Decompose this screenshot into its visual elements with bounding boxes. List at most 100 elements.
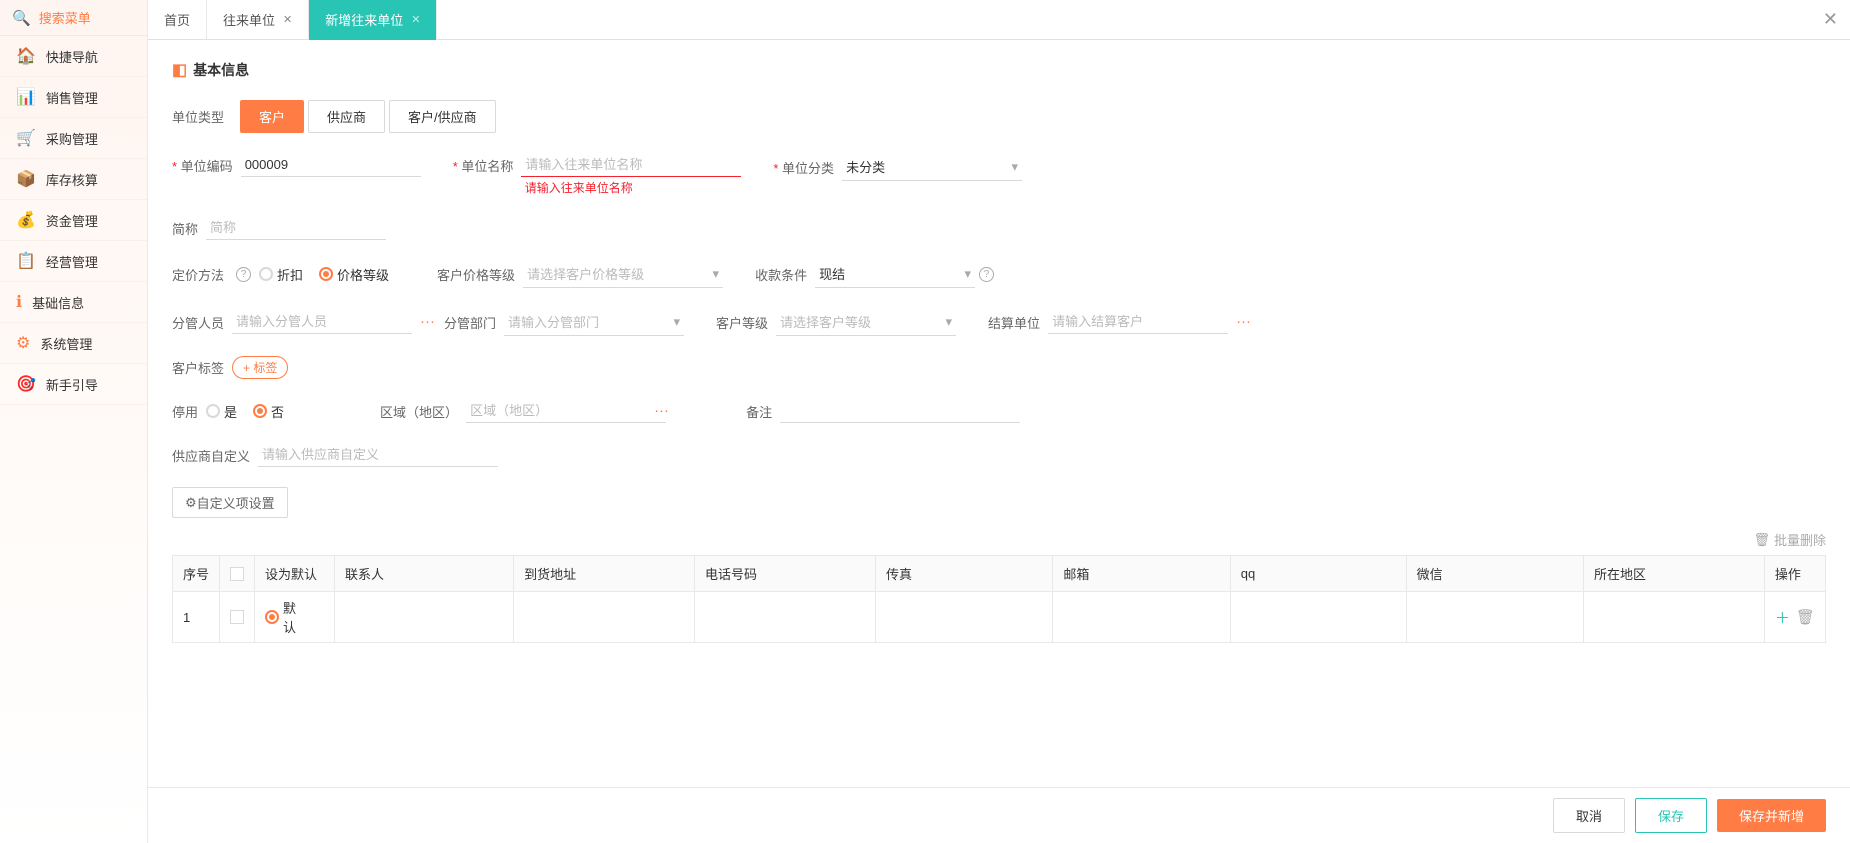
batch-delete-button[interactable]: 🗑 批量删除 bbox=[1753, 530, 1826, 549]
add-row-button[interactable]: ＋ bbox=[1775, 607, 1790, 628]
customer-price-level-placeholder: 请选择客户价格等级 bbox=[527, 264, 708, 283]
cell-phone[interactable] bbox=[695, 592, 876, 643]
phone-input[interactable] bbox=[705, 610, 865, 625]
form-row-unit-info: 单位编码 单位名称 请输入往来单位名称 单位分类 未分类 ▾ bbox=[172, 153, 1826, 196]
payment-hint-icon[interactable]: ? bbox=[979, 267, 994, 282]
sidebar-item-purchase[interactable]: 🛒 采购管理 bbox=[0, 118, 147, 159]
customer-price-level-select[interactable]: 请选择客户价格等级 ▾ bbox=[523, 260, 723, 288]
manager-input[interactable] bbox=[232, 310, 416, 333]
unit-category-select[interactable]: 未分类 ▾ bbox=[842, 153, 1022, 181]
unit-code-input[interactable] bbox=[241, 153, 421, 177]
short-name-label: 简称 bbox=[172, 219, 198, 238]
customer-level-select[interactable]: 请选择客户等级 ▾ bbox=[776, 308, 956, 336]
save-new-button[interactable]: 保存并新增 bbox=[1717, 799, 1826, 832]
unit-type-customer-button[interactable]: 客户 bbox=[240, 100, 304, 133]
cell-email[interactable] bbox=[1053, 592, 1230, 643]
sidebar-item-quicknav[interactable]: 🏠 快捷导航 bbox=[0, 36, 147, 77]
disable-yes-radio[interactable]: 是 bbox=[206, 402, 237, 421]
address-input[interactable] bbox=[524, 610, 684, 625]
sidebar-item-inventory[interactable]: 📦 库存核算 bbox=[0, 159, 147, 200]
sidebar-item-label: 采购管理 bbox=[46, 129, 98, 148]
sidebar-item-basic-info[interactable]: ℹ 基础信息 bbox=[0, 282, 147, 323]
cell-contact[interactable] bbox=[334, 592, 513, 643]
region-more-button[interactable]: ··· bbox=[650, 402, 673, 419]
tab-contacts[interactable]: 往来单位 ✕ bbox=[207, 0, 309, 40]
add-tag-button[interactable]: + 标签 bbox=[232, 356, 288, 379]
tab-new-contact-close[interactable]: ✕ bbox=[411, 13, 420, 26]
sidebar-item-system[interactable]: ⚙ 系统管理 bbox=[0, 323, 147, 364]
region-cell-input[interactable] bbox=[1594, 610, 1754, 625]
row-checkbox[interactable] bbox=[230, 610, 244, 624]
payment-terms-field: 收款条件 现结 ▾ ? bbox=[755, 260, 994, 288]
col-region: 所在地区 bbox=[1583, 556, 1764, 592]
remark-input[interactable] bbox=[780, 399, 1020, 423]
chevron-down-icon: ▾ bbox=[965, 266, 972, 282]
sidebar-item-guide[interactable]: 🎯 新手引导 bbox=[0, 364, 147, 405]
col-index: 序号 bbox=[173, 556, 220, 592]
remark-label: 备注 bbox=[746, 402, 772, 421]
department-placeholder: 请输入分管部门 bbox=[508, 312, 669, 331]
remark-field: 备注 bbox=[746, 399, 1020, 423]
chevron-down-icon: ▾ bbox=[946, 314, 953, 330]
cell-fax[interactable] bbox=[875, 592, 1052, 643]
form-row-manager: 分管人员 ··· 分管部门 请输入分管部门 ▾ 客户等级 bbox=[172, 308, 1826, 336]
sidebar: 🔍 搜索菜单 🏠 快捷导航 📊 销售管理 🛒 采购管理 📦 库存核算 💰 资金管… bbox=[0, 0, 148, 843]
fax-input[interactable] bbox=[886, 610, 1042, 625]
save-button[interactable]: 保存 bbox=[1635, 798, 1707, 833]
department-select[interactable]: 请输入分管部门 ▾ bbox=[504, 308, 684, 336]
unit-type-supplier-button[interactable]: 供应商 bbox=[308, 100, 385, 133]
settlement-unit-label: 结算单位 bbox=[988, 313, 1040, 332]
cancel-button[interactable]: 取消 bbox=[1553, 798, 1625, 833]
batch-delete-label: 批量删除 bbox=[1774, 530, 1826, 549]
qq-input[interactable] bbox=[1241, 610, 1396, 625]
payment-terms-select[interactable]: 现结 ▾ bbox=[815, 260, 975, 288]
supplier-custom-input[interactable] bbox=[258, 443, 498, 467]
sidebar-search[interactable]: 🔍 搜索菜单 bbox=[0, 0, 147, 36]
cell-index: 1 bbox=[173, 592, 220, 643]
cell-qq[interactable] bbox=[1230, 592, 1406, 643]
disable-yes-label: 是 bbox=[224, 402, 237, 421]
disable-no-circle bbox=[253, 404, 267, 418]
delete-row-button[interactable]: 🗑 bbox=[1796, 608, 1815, 626]
disable-no-radio[interactable]: 否 bbox=[253, 402, 284, 421]
pricing-discount-label: 折扣 bbox=[277, 265, 303, 284]
sidebar-item-operations[interactable]: 📋 经营管理 bbox=[0, 241, 147, 282]
set-default-radio[interactable]: 默认 bbox=[265, 598, 308, 636]
cell-checkbox bbox=[220, 592, 255, 643]
contact-input[interactable] bbox=[345, 610, 503, 625]
pricing-hint-icon[interactable]: ? bbox=[236, 267, 251, 282]
pricing-price-level-radio[interactable]: 价格等级 bbox=[319, 265, 389, 284]
tab-home[interactable]: 首页 bbox=[148, 0, 207, 40]
guide-icon: 🎯 bbox=[16, 374, 36, 394]
wechat-input[interactable] bbox=[1417, 610, 1573, 625]
short-name-input[interactable] bbox=[206, 216, 386, 240]
cell-address[interactable] bbox=[514, 592, 695, 643]
gear-icon: ⚙ bbox=[185, 495, 197, 511]
table-row: 1 默认 bbox=[173, 592, 1826, 643]
content-area: ◧ 基本信息 单位类型 客户 供应商 客户/供应商 单位编码 单位名称 bbox=[148, 40, 1850, 787]
settlement-unit-more-button[interactable]: ··· bbox=[1232, 313, 1255, 330]
sidebar-search-label: 搜索菜单 bbox=[39, 8, 91, 27]
sidebar-item-label: 销售管理 bbox=[46, 88, 98, 107]
unit-name-field: 单位名称 请输入往来单位名称 bbox=[453, 153, 742, 196]
settlement-unit-input[interactable] bbox=[1048, 310, 1232, 333]
cell-wechat[interactable] bbox=[1406, 592, 1583, 643]
unit-type-both-button[interactable]: 客户/供应商 bbox=[389, 100, 496, 133]
region-input[interactable] bbox=[466, 399, 650, 422]
sidebar-item-finance[interactable]: 💰 资金管理 bbox=[0, 200, 147, 241]
manager-more-button[interactable]: ··· bbox=[416, 313, 439, 330]
unit-name-input[interactable] bbox=[521, 153, 741, 177]
close-all-tabs-button[interactable]: ✕ bbox=[1811, 9, 1850, 30]
unit-code-field: 单位编码 bbox=[172, 153, 421, 177]
cell-region[interactable] bbox=[1583, 592, 1764, 643]
select-all-checkbox[interactable] bbox=[230, 567, 244, 581]
email-input[interactable] bbox=[1063, 610, 1219, 625]
tab-new-contact[interactable]: 新增往来单位 ✕ bbox=[309, 0, 437, 40]
custom-settings-button[interactable]: ⚙ 自定义项设置 bbox=[172, 487, 288, 518]
sidebar-item-sales[interactable]: 📊 销售管理 bbox=[0, 77, 147, 118]
tab-contacts-close[interactable]: ✕ bbox=[283, 13, 292, 26]
pricing-discount-radio[interactable]: 折扣 bbox=[259, 265, 303, 284]
batch-actions: 🗑 批量删除 bbox=[172, 530, 1826, 549]
department-label: 分管部门 bbox=[444, 313, 496, 332]
sidebar-item-label: 系统管理 bbox=[40, 334, 92, 353]
